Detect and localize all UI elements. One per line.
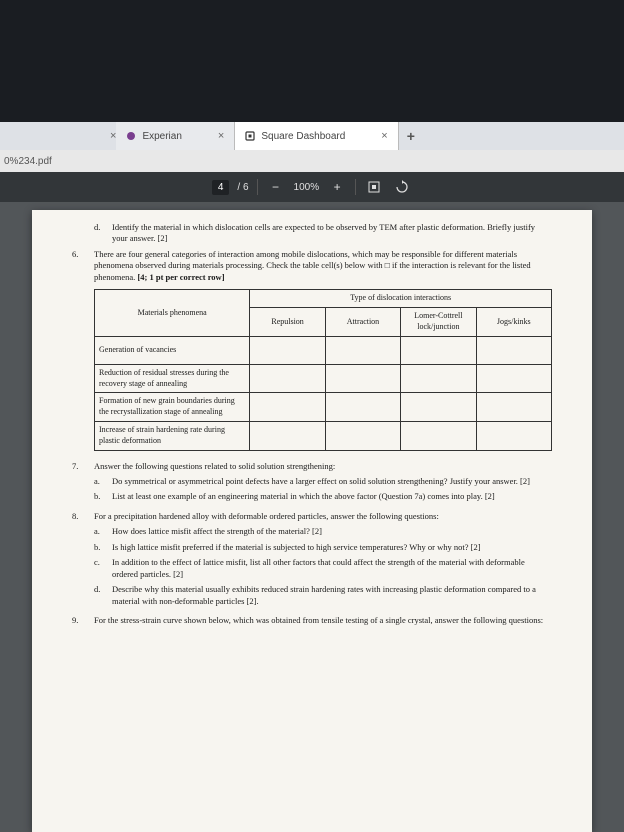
- url-bar[interactable]: 0%234.pdf: [0, 150, 624, 172]
- table-row: Reduction of residual stresses during th…: [95, 364, 552, 393]
- cell-check[interactable]: [250, 421, 325, 450]
- close-icon[interactable]: ×: [381, 130, 387, 142]
- cell-check[interactable]: [476, 364, 551, 393]
- tab-label: Square Dashboard: [261, 131, 345, 142]
- header-lomer-cottrell: Lomer-Cottrell lock/junction: [401, 308, 476, 337]
- table-row: Generation of vacancies: [95, 336, 552, 364]
- cell-phen: Increase of strain hardening rate during…: [95, 421, 250, 450]
- cell-check[interactable]: [325, 364, 400, 393]
- question-7: 7. Answer the following questions relate…: [72, 461, 552, 472]
- item-label: a.: [94, 526, 112, 537]
- tab-strip: × Experian × Square Dashboard × +: [0, 122, 624, 150]
- cell-check[interactable]: [476, 336, 551, 364]
- cell-phen: Formation of new grain boundaries during…: [95, 393, 250, 422]
- cell-phen: Reduction of residual stresses during th…: [95, 364, 250, 393]
- tab-label: Experian: [142, 131, 181, 142]
- item-text: Describe why this material usually exhib…: [112, 584, 552, 607]
- zoom-level: 100%: [294, 182, 320, 193]
- item-label: 7.: [72, 461, 94, 472]
- tab-square-dashboard[interactable]: Square Dashboard ×: [235, 122, 398, 150]
- question-d: d. Identify the material in which disloc…: [72, 222, 552, 245]
- item-text: Do symmetrical or asymmetrical point def…: [112, 476, 530, 487]
- zoom-in-button[interactable]: +: [327, 177, 347, 197]
- zoom-out-button[interactable]: −: [266, 177, 286, 197]
- table-row: Materials phenomena Type of dislocation …: [95, 290, 552, 308]
- question-8c: c. In addition to the effect of lattice …: [72, 557, 552, 580]
- close-icon[interactable]: ×: [218, 130, 224, 142]
- item-label: c.: [94, 557, 112, 580]
- pdf-page: d. Identify the material in which disloc…: [32, 210, 592, 832]
- divider: [355, 179, 356, 195]
- item-label: d.: [94, 222, 112, 245]
- cell-check[interactable]: [325, 421, 400, 450]
- cell-check[interactable]: [250, 336, 325, 364]
- header-phenomena: Materials phenomena: [95, 290, 250, 336]
- tab-experian[interactable]: Experian ×: [116, 122, 235, 150]
- cell-check[interactable]: [401, 421, 476, 450]
- new-tab-button[interactable]: +: [399, 128, 423, 144]
- experian-icon: [126, 131, 136, 141]
- item-text: Is high lattice misfit preferred if the …: [112, 542, 481, 553]
- cell-check[interactable]: [325, 336, 400, 364]
- table-row: Formation of new grain boundaries during…: [95, 393, 552, 422]
- square-icon: [245, 131, 255, 141]
- cell-check[interactable]: [476, 393, 551, 422]
- browser-window: × Experian × Square Dashboard × + 0%234.…: [0, 122, 624, 832]
- item-text: In addition to the effect of lattice mis…: [112, 557, 552, 580]
- question-8: 8. For a precipitation hardened alloy wi…: [72, 511, 552, 522]
- table-row: Increase of strain hardening rate during…: [95, 421, 552, 450]
- header-jogs-kinks: Jogs/kinks: [476, 308, 551, 337]
- question-7b: b. List at least one example of an engin…: [72, 491, 552, 502]
- header-interactions: Type of dislocation interactions: [250, 290, 552, 308]
- item-label: b.: [94, 542, 112, 553]
- header-attraction: Attraction: [325, 308, 400, 337]
- header-repulsion: Repulsion: [250, 308, 325, 337]
- cell-check[interactable]: [401, 393, 476, 422]
- question-6: 6. There are four general categories of …: [72, 249, 552, 283]
- question-8b: b. Is high lattice misfit preferred if t…: [72, 542, 552, 553]
- item-text: How does lattice misfit affect the stren…: [112, 526, 322, 537]
- item-text: List at least one example of an engineer…: [112, 491, 495, 502]
- item-label: b.: [94, 491, 112, 502]
- rotate-icon[interactable]: [392, 177, 412, 197]
- item-text: For a precipitation hardened alloy with …: [94, 511, 439, 522]
- cell-check[interactable]: [250, 393, 325, 422]
- item-label: 6.: [72, 249, 94, 283]
- question-8d: d. Describe why this material usually ex…: [72, 584, 552, 607]
- cell-check[interactable]: [476, 421, 551, 450]
- question-8a: a. How does lattice misfit affect the st…: [72, 526, 552, 537]
- cell-check[interactable]: [401, 364, 476, 393]
- item-label: d.: [94, 584, 112, 607]
- cell-check[interactable]: [250, 364, 325, 393]
- question-7a: a. Do symmetrical or asymmetrical point …: [72, 476, 552, 487]
- item-text: There are four general categories of int…: [94, 249, 552, 283]
- cell-check[interactable]: [325, 393, 400, 422]
- phenomena-table: Materials phenomena Type of dislocation …: [94, 289, 552, 450]
- pdf-toolbar: 4 / 6 − 100% +: [0, 172, 624, 202]
- url-text: 0%234.pdf: [4, 156, 52, 167]
- page-current[interactable]: 4: [212, 180, 230, 195]
- fit-page-icon[interactable]: [364, 177, 384, 197]
- item-text: For the stress-strain curve shown below,…: [94, 615, 543, 626]
- phenomena-table-wrap: Materials phenomena Type of dislocation …: [72, 289, 552, 450]
- pdf-viewport[interactable]: d. Identify the material in which disloc…: [0, 202, 624, 832]
- page-total: / 6: [237, 182, 248, 193]
- item-text: Answer the following questions related t…: [94, 461, 335, 472]
- item-label: 8.: [72, 511, 94, 522]
- cell-check[interactable]: [401, 336, 476, 364]
- cell-phen: Generation of vacancies: [95, 336, 250, 364]
- question-9: 9. For the stress-strain curve shown bel…: [72, 615, 552, 626]
- item-text: Identify the material in which dislocati…: [112, 222, 552, 245]
- item-label: a.: [94, 476, 112, 487]
- divider: [257, 179, 258, 195]
- item-label: 9.: [72, 615, 94, 626]
